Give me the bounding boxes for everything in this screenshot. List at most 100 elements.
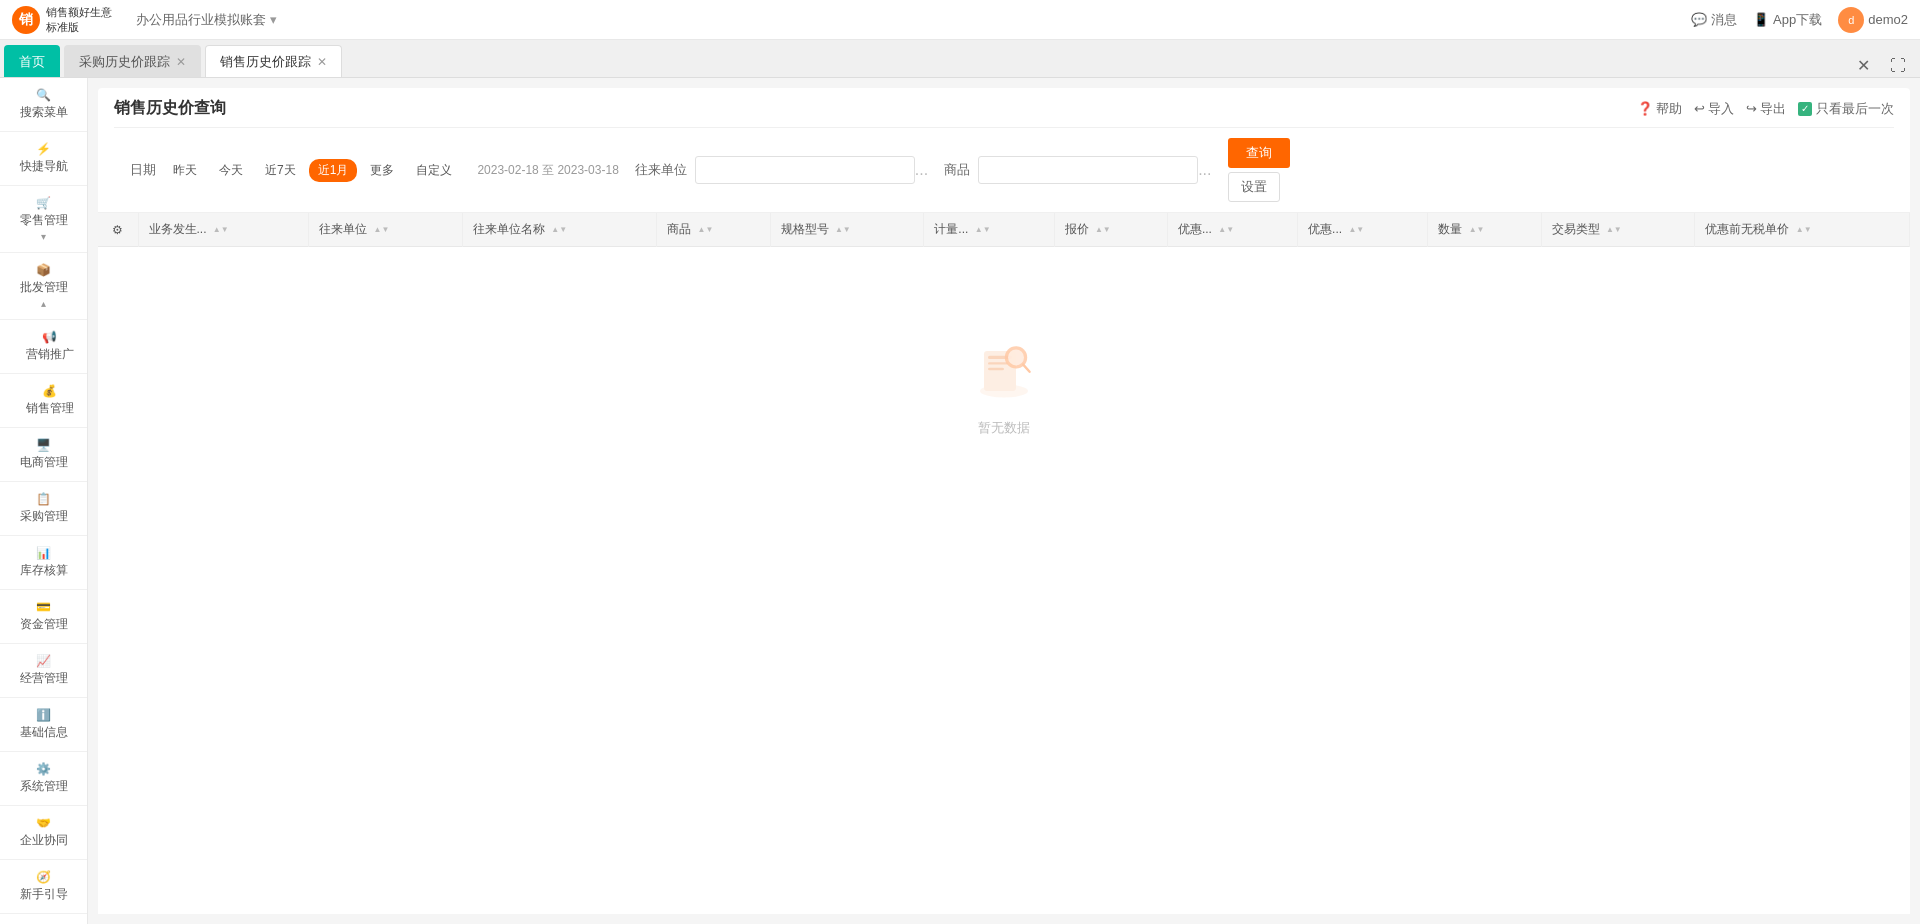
close-tab-btn[interactable]: ✕ — [1851, 54, 1876, 77]
partner-input[interactable] — [695, 156, 915, 184]
sidebar-item-guide[interactable]: 🧭 新手引导 — [0, 860, 87, 914]
partner-label: 往来单位 — [635, 161, 687, 179]
table-header-row: ⚙ 业务发生... ▲▼ 往来单位 ▲▼ 往来单位名称 ▲▼ — [98, 213, 1910, 247]
sidebar-item-basic-info[interactable]: ℹ️ 基础信息 — [0, 698, 87, 752]
sort-icon-partner-name: ▲▼ — [551, 226, 567, 234]
th-spec[interactable]: 规格型号 ▲▼ — [770, 213, 924, 247]
page-header: 销售历史价查询 ❓ 帮助 ↩ 导入 ↪ 导出 ✓ — [98, 88, 1910, 212]
maximize-btn[interactable]: ⛶ — [1884, 55, 1912, 77]
help-icon: ❓ — [1637, 101, 1653, 116]
th-unit[interactable]: 计量... ▲▼ — [924, 213, 1054, 247]
sidebar-item-marketing[interactable]: 📢 营销推广 — [0, 320, 87, 374]
settings-button[interactable]: 设置 — [1228, 172, 1280, 202]
import-icon: ↩ — [1694, 101, 1705, 116]
logo-area: 销 销售额好生意 标准版 — [12, 5, 112, 34]
date-tab-1month[interactable]: 近1月 — [309, 159, 358, 182]
date-tab-more[interactable]: 更多 — [361, 159, 403, 182]
sidebar-item-search[interactable]: 🔍 搜索菜单 — [0, 78, 87, 132]
system-icon: ⚙️ — [36, 762, 51, 776]
message-btn[interactable]: 💬 消息 — [1691, 11, 1737, 29]
date-tab-7days[interactable]: 近7天 — [256, 159, 305, 182]
page-header-top: 销售历史价查询 ❓ 帮助 ↩ 导入 ↪ 导出 ✓ — [114, 98, 1894, 127]
sort-icon-partner-code: ▲▼ — [374, 226, 390, 234]
content-area: 销售历史价查询 ❓ 帮助 ↩ 导入 ↪ 导出 ✓ — [88, 78, 1920, 924]
data-table: ⚙ 业务发生... ▲▼ 往来单位 ▲▼ 往来单位名称 ▲▼ — [98, 213, 1910, 247]
th-trade-type[interactable]: 交易类型 ▲▼ — [1541, 213, 1695, 247]
dropdown-icon[interactable]: ▾ — [270, 12, 277, 27]
app-download-btn[interactable]: 📱 App下载 — [1753, 11, 1822, 29]
sort-icon-trade-type: ▲▼ — [1606, 226, 1622, 234]
product-input[interactable] — [978, 156, 1198, 184]
sales-mgmt-icon: 💰 — [42, 384, 57, 398]
logo-text: 销售额好生意 标准版 — [46, 5, 112, 34]
tab-close-purchase[interactable]: ✕ — [176, 55, 186, 69]
product-input-area: ... — [978, 156, 1211, 184]
product-label: 商品 — [944, 161, 970, 179]
export-btn[interactable]: ↪ 导出 — [1746, 100, 1786, 118]
svg-rect-3 — [988, 362, 1008, 364]
th-discount1[interactable]: 优惠... ▲▼ — [1167, 213, 1297, 247]
product-dots-icon[interactable]: ... — [1198, 161, 1211, 179]
date-range: 2023-02-18 至 2023-03-18 — [477, 162, 618, 179]
settings-gear-icon[interactable]: ⚙ — [112, 223, 123, 237]
date-tab-yesterday[interactable]: 昨天 — [164, 159, 206, 182]
sidebar-item-system[interactable]: ⚙️ 系统管理 — [0, 752, 87, 806]
inventory-icon: 📊 — [36, 546, 51, 560]
sidebar-item-operations[interactable]: 📈 经营管理 — [0, 644, 87, 698]
wholesale-arrow-icon: ▴ — [41, 298, 46, 309]
product-filter-group: 商品 ... — [944, 156, 1211, 184]
th-partner-name[interactable]: 往来单位名称 ▲▼ — [462, 213, 656, 247]
logo-icon: 销 — [12, 6, 40, 34]
empty-text: 暂无数据 — [978, 419, 1030, 437]
empty-state: 暂无数据 — [98, 247, 1910, 517]
empty-illustration — [964, 327, 1044, 407]
th-partner-code[interactable]: 往来单位 ▲▼ — [309, 213, 463, 247]
export-icon: ↪ — [1746, 101, 1757, 116]
th-product[interactable]: 商品 ▲▼ — [657, 213, 770, 247]
sidebar-item-inventory[interactable]: 📊 库存核算 — [0, 536, 87, 590]
sidebar-item-quick-nav[interactable]: ⚡ 快捷导航 — [0, 132, 87, 186]
checkbox-icon: ✓ — [1798, 102, 1812, 116]
svg-line-7 — [1023, 365, 1029, 372]
tab-close-sales[interactable]: ✕ — [317, 55, 327, 69]
th-biz-date[interactable]: 业务发生... ▲▼ — [138, 213, 309, 247]
sort-icon-quote: ▲▼ — [1095, 226, 1111, 234]
th-qty[interactable]: 数量 ▲▼ — [1428, 213, 1541, 247]
sidebar-item-enterprise[interactable]: 🤝 企业协同 — [0, 806, 87, 860]
sort-icon-qty: ▲▼ — [1469, 226, 1485, 234]
partner-filter-group: 往来单位 ... — [635, 156, 928, 184]
tab-home[interactable]: 首页 — [4, 45, 60, 77]
svg-point-6 — [1008, 349, 1024, 365]
only-last-checkbox[interactable]: ✓ 只看最后一次 — [1798, 100, 1894, 118]
query-button[interactable]: 查询 — [1228, 138, 1290, 168]
sort-icon-discount2: ▲▼ — [1348, 226, 1364, 234]
import-btn[interactable]: ↩ 导入 — [1694, 100, 1734, 118]
search-icon: 🔍 — [36, 88, 51, 102]
sidebar-item-ecommerce[interactable]: 🖥️ 电商管理 — [0, 428, 87, 482]
th-quote[interactable]: 报价 ▲▼ — [1054, 213, 1167, 247]
topbar-title: 办公用品行业模拟账套 ▾ — [136, 11, 277, 29]
help-btn[interactable]: ❓ 帮助 — [1637, 100, 1682, 118]
topbar-right: 💬 消息 📱 App下载 d demo2 — [1691, 7, 1908, 33]
date-tab-today[interactable]: 今天 — [210, 159, 252, 182]
partner-dots-icon[interactable]: ... — [915, 161, 928, 179]
message-icon: 💬 — [1691, 12, 1707, 27]
table-head: ⚙ 业务发生... ▲▼ 往来单位 ▲▼ 往来单位名称 ▲▼ — [98, 213, 1910, 247]
sidebar-item-retail[interactable]: 🛒 零售管理 ▾ — [0, 186, 87, 253]
finance-icon: 💳 — [36, 600, 51, 614]
sidebar-item-purchase[interactable]: 📋 采购管理 — [0, 482, 87, 536]
sidebar-item-app-center[interactable]: 📱 应用中心 — [0, 914, 87, 924]
sidebar-item-wholesale[interactable]: 📦 批发管理 ▴ — [0, 253, 87, 320]
th-pre-tax-price[interactable]: 优惠前无税单价 ▲▼ — [1695, 213, 1910, 247]
enterprise-icon: 🤝 — [36, 816, 51, 830]
table-container: ⚙ 业务发生... ▲▼ 往来单位 ▲▼ 往来单位名称 ▲▼ — [98, 212, 1910, 914]
sidebar-item-finance[interactable]: 💳 资金管理 — [0, 590, 87, 644]
th-discount2[interactable]: 优惠... ▲▼ — [1298, 213, 1428, 247]
date-tab-custom[interactable]: 自定义 — [407, 159, 461, 182]
tab-sales-history[interactable]: 销售历史价跟踪 ✕ — [205, 45, 342, 77]
tab-purchase-history[interactable]: 采购历史价跟踪 ✕ — [64, 45, 201, 77]
user-menu[interactable]: d demo2 — [1838, 7, 1908, 33]
sidebar-item-sales-mgmt[interactable]: 💰 销售管理 — [0, 374, 87, 428]
th-settings[interactable]: ⚙ — [98, 213, 138, 247]
marketing-icon: 📢 — [42, 330, 57, 344]
